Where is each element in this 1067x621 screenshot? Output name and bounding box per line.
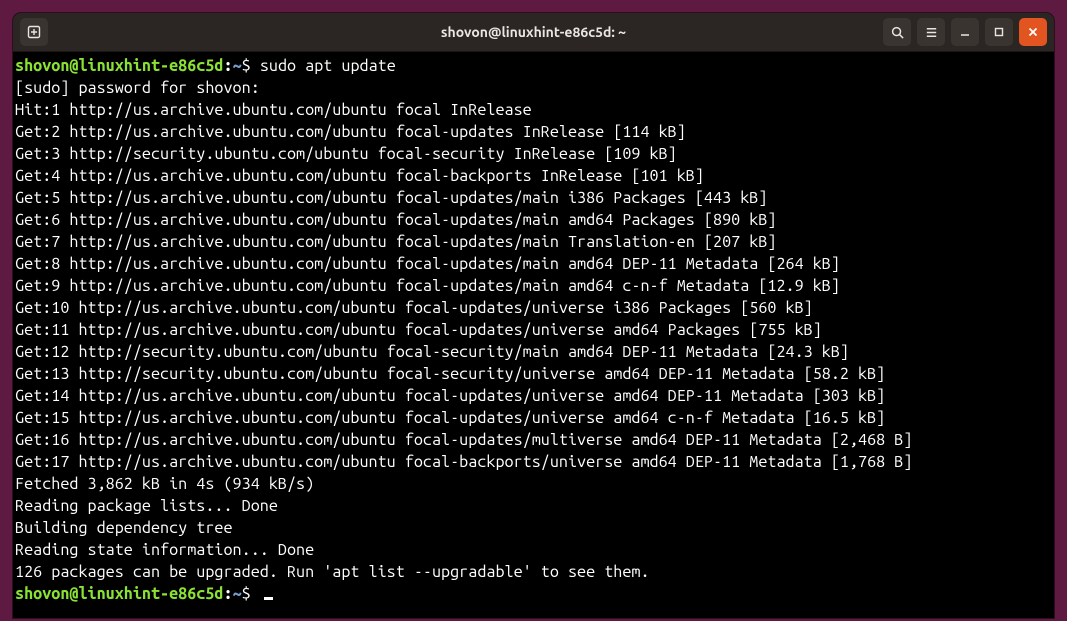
prompt-colon: : [224,585,233,603]
output-line: Get:14 http://us.archive.ubuntu.com/ubun… [15,385,1052,407]
output-line: Get:12 http://security.ubuntu.com/ubuntu… [15,341,1052,363]
output-line: Get:6 http://us.archive.ubuntu.com/ubunt… [15,209,1052,231]
maximize-icon [992,25,1006,39]
prompt-path: ~ [233,585,242,603]
output-line: Get:5 http://us.archive.ubuntu.com/ubunt… [15,187,1052,209]
cursor [264,597,273,600]
close-icon [1026,25,1040,39]
close-button[interactable] [1019,18,1047,46]
output-line: Get:15 http://us.archive.ubuntu.com/ubun… [15,407,1052,429]
output-line: Get:10 http://us.archive.ubuntu.com/ubun… [15,297,1052,319]
titlebar[interactable]: shovon@linuxhint-e86c5d: ~ [13,13,1054,52]
hamburger-menu-button[interactable] [917,18,945,46]
output-line: Hit:1 http://us.archive.ubuntu.com/ubunt… [15,99,1052,121]
prompt-user-host: shovon@linuxhint-e86c5d [15,585,224,603]
output-line: [sudo] password for shovon: [15,77,1052,99]
new-tab-icon [26,24,42,40]
prompt-user-host: shovon@linuxhint-e86c5d [15,57,224,75]
terminal-output: [sudo] password for shovon:Hit:1 http://… [15,77,1052,583]
search-icon [890,25,905,40]
prompt-line-2: shovon@linuxhint-e86c5d:~$ [15,583,1052,605]
terminal-window: shovon@linuxhint-e86c5d: ~ [13,13,1054,618]
output-line: Fetched 3,862 kB in 4s (934 kB/s) [15,473,1052,495]
output-line: Get:8 http://us.archive.ubuntu.com/ubunt… [15,253,1052,275]
terminal-body[interactable]: shovon@linuxhint-e86c5d:~$ sudo apt upda… [13,52,1054,618]
prompt-line-1: shovon@linuxhint-e86c5d:~$ sudo apt upda… [15,55,1052,77]
hamburger-icon [924,25,939,40]
new-tab-button[interactable] [20,18,48,46]
prompt-path: ~ [233,57,242,75]
output-line: Get:4 http://us.archive.ubuntu.com/ubunt… [15,165,1052,187]
output-line: Get:3 http://security.ubuntu.com/ubuntu … [15,143,1052,165]
prompt-colon: : [224,57,233,75]
output-line: Reading package lists... Done [15,495,1052,517]
output-line: Building dependency tree [15,517,1052,539]
output-line: Get:2 http://us.archive.ubuntu.com/ubunt… [15,121,1052,143]
maximize-button[interactable] [985,18,1013,46]
minimize-button[interactable] [951,18,979,46]
output-line: Reading state information... Done [15,539,1052,561]
output-line: Get:17 http://us.archive.ubuntu.com/ubun… [15,451,1052,473]
prompt-sign: $ [242,585,251,603]
output-line: Get:11 http://us.archive.ubuntu.com/ubun… [15,319,1052,341]
minimize-icon [958,25,972,39]
output-line: Get:13 http://security.ubuntu.com/ubuntu… [15,363,1052,385]
command-text: sudo apt update [260,57,396,75]
output-line: Get:9 http://us.archive.ubuntu.com/ubunt… [15,275,1052,297]
output-line: 126 packages can be upgraded. Run 'apt l… [15,561,1052,583]
output-line: Get:7 http://us.archive.ubuntu.com/ubunt… [15,231,1052,253]
output-line: Get:16 http://us.archive.ubuntu.com/ubun… [15,429,1052,451]
prompt-sign: $ [242,57,251,75]
search-button[interactable] [883,18,911,46]
